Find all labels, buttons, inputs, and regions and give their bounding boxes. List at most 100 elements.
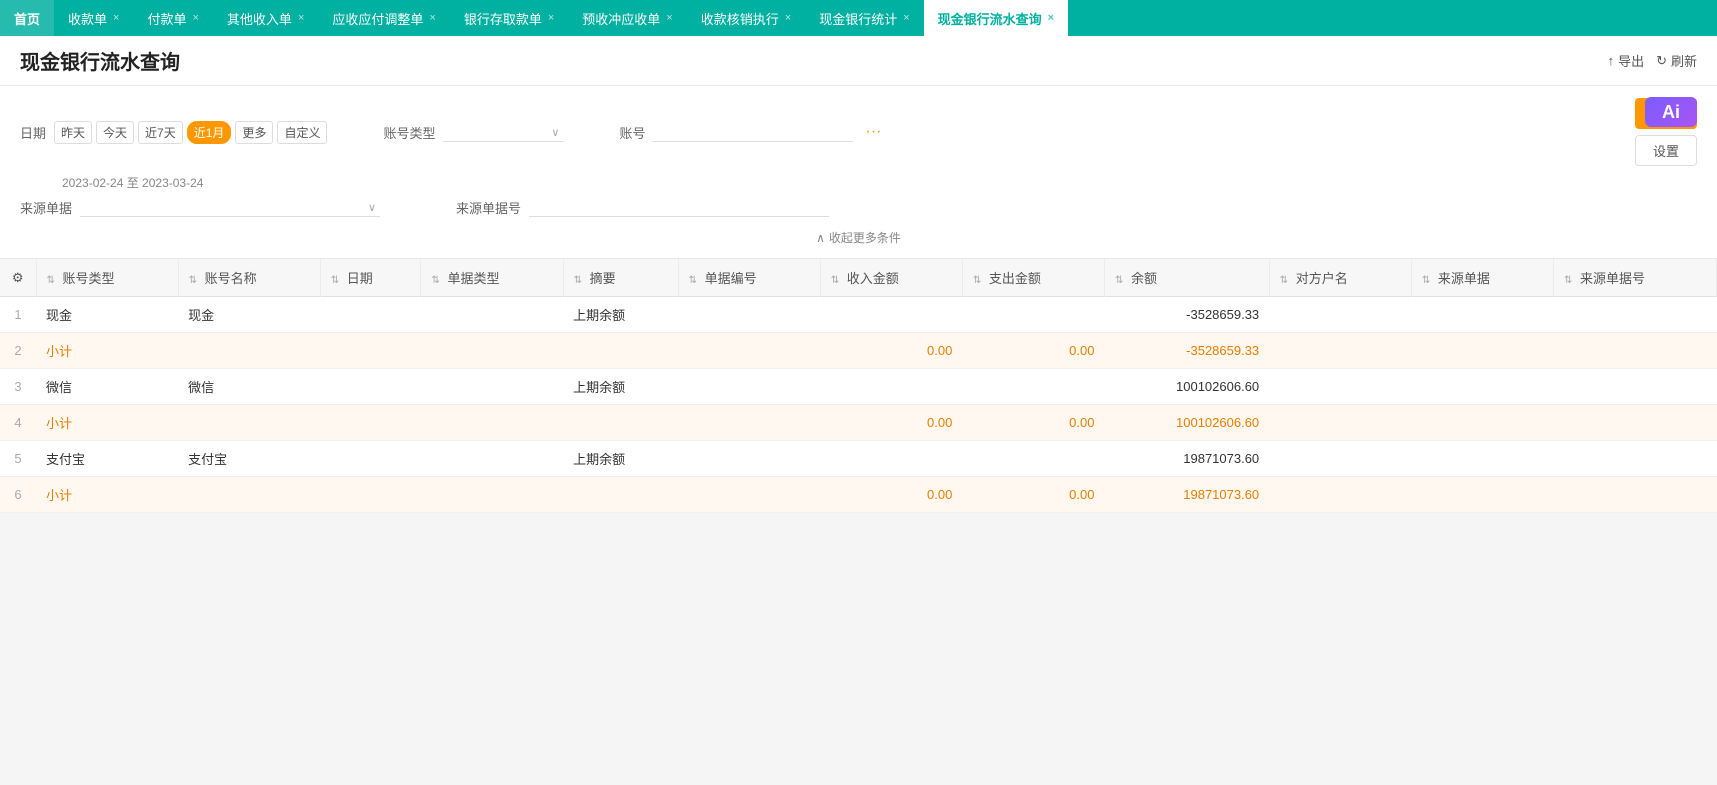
cell-balance: 19871073.60 (1104, 441, 1269, 477)
row-number: 5 (0, 441, 36, 477)
table-col-source-doc: ⇅ 来源单据 (1411, 259, 1553, 297)
main-table: ⚙ ⇅ 账号类型 ⇅ 账号名称 ⇅ 日期 ⇅ 单据类型 (0, 259, 1717, 513)
sort-icon[interactable]: ⇅ (1115, 275, 1123, 286)
table-col-date: ⇅ 日期 (320, 259, 421, 297)
cell-income (820, 441, 962, 477)
cell-doc_no (678, 405, 820, 441)
cell-counterparty (1269, 477, 1411, 513)
account-type-select[interactable] (443, 122, 563, 142)
cell-source_doc (1411, 369, 1553, 405)
cell-account_name: 现金 (178, 297, 320, 333)
nav-tab-liushui[interactable]: 现金银行流水查询 × (924, 0, 1068, 36)
nav-tab-qitashouru[interactable]: 其他收入单 × (213, 0, 318, 36)
collapse-bar[interactable]: ∧ 收起更多条件 (20, 225, 1697, 250)
collapse-label: 收起更多条件 (829, 229, 901, 246)
table-col-income: ⇅ 收入金额 (820, 259, 962, 297)
cell-source_doc (1411, 441, 1553, 477)
cell-expense (962, 441, 1104, 477)
sort-icon[interactable]: ⇅ (1422, 275, 1430, 286)
cell-summary: 上期余额 (563, 369, 678, 405)
sort-icon[interactable]: ⇅ (831, 275, 839, 286)
sort-icon[interactable]: ⇅ (1280, 275, 1288, 286)
cell-account_type: 小计 (36, 477, 178, 513)
sort-icon[interactable]: ⇅ (431, 275, 439, 286)
settings-button[interactable]: 设置 (1635, 135, 1697, 166)
date-btn-custom[interactable]: 自定义 (277, 121, 327, 144)
cell-expense: 0.00 (962, 333, 1104, 369)
nav-tab-xianjinyinhangstats[interactable]: 现金银行统计 × (805, 0, 923, 36)
sort-icon[interactable]: ⇅ (189, 275, 197, 286)
account-input[interactable] (653, 122, 853, 142)
refresh-button[interactable]: ↻ 刷新 (1656, 51, 1697, 70)
cell-balance: 19871073.60 (1104, 477, 1269, 513)
source-doc-select[interactable] (80, 197, 380, 217)
close-icon[interactable]: × (192, 12, 198, 24)
sort-icon[interactable]: ⇅ (331, 275, 339, 286)
table-container: ⚙ ⇅ 账号类型 ⇅ 账号名称 ⇅ 日期 ⇅ 单据类型 (0, 259, 1717, 513)
page-header: 现金银行流水查询 ↑ 导出 ↻ 刷新 (0, 36, 1717, 86)
close-icon[interactable]: × (298, 12, 304, 24)
sort-icon[interactable]: ⇅ (47, 275, 55, 286)
nav-tab-yinhangcunqu[interactable]: 银行存取款单 × (450, 0, 568, 36)
table-row: 3微信微信上期余额100102606.60 (0, 369, 1717, 405)
cell-counterparty (1269, 333, 1411, 369)
cell-source_doc (1411, 297, 1553, 333)
date-btn-7days[interactable]: 近7天 (138, 121, 183, 144)
ai-badge[interactable]: Ai (1645, 97, 1697, 127)
cell-source_doc_no (1553, 297, 1716, 333)
source-doc-filter-group: 来源单据 (20, 197, 380, 217)
cell-source_doc_no (1553, 369, 1716, 405)
table-row: 2小计0.000.00-3528659.33 (0, 333, 1717, 369)
cell-summary (563, 477, 678, 513)
date-btn-1month[interactable]: 近1月 (187, 121, 232, 144)
nav-tab-fukuandan[interactable]: 付款单 × (133, 0, 212, 36)
cell-source_doc (1411, 333, 1553, 369)
cell-expense: 0.00 (962, 477, 1104, 513)
export-button[interactable]: ↑ 导出 (1608, 51, 1645, 70)
close-icon[interactable]: × (548, 12, 554, 24)
date-range-text: 2023-02-24 至 2023-03-24 (62, 176, 203, 190)
date-filter-group: 日期 昨天 今天 近7天 近1月 更多 自定义 (20, 121, 327, 144)
table-col-account-name: ⇅ 账号名称 (178, 259, 320, 297)
cell-account_type: 微信 (36, 369, 178, 405)
cell-counterparty (1269, 405, 1411, 441)
close-icon[interactable]: × (903, 12, 909, 24)
close-icon[interactable]: × (429, 12, 435, 24)
sort-icon[interactable]: ⇅ (973, 275, 981, 286)
filter-row-2: 来源单据 来源单据号 (20, 197, 1697, 217)
nav-tab-yingshouyingfu[interactable]: 应收应付调整单 × (318, 0, 449, 36)
table-row: 4小计0.000.00100102606.60 (0, 405, 1717, 441)
date-btn-yesterday[interactable]: 昨天 (54, 121, 92, 144)
sort-icon[interactable]: ⇅ (574, 275, 582, 286)
table-col-expense: ⇅ 支出金额 (962, 259, 1104, 297)
filter-area: 日期 昨天 今天 近7天 近1月 更多 自定义 账号类型 账号 ··· (0, 86, 1717, 259)
nav-tab-shoukuandan[interactable]: 收款单 × (54, 0, 133, 36)
close-icon[interactable]: × (785, 12, 791, 24)
refresh-icon: ↻ (1656, 53, 1667, 69)
cell-account_type: 支付宝 (36, 441, 178, 477)
cell-doc_type (421, 297, 563, 333)
sort-icon[interactable]: ⇅ (689, 275, 697, 286)
nav-tab-yushouzhong[interactable]: 预收冲应收单 × (568, 0, 686, 36)
close-icon[interactable]: × (113, 12, 119, 24)
table-row: 1现金现金上期余额-3528659.33 (0, 297, 1717, 333)
date-btn-more[interactable]: 更多 (235, 121, 273, 144)
cell-source_doc_no (1553, 441, 1716, 477)
cell-doc_no (678, 369, 820, 405)
close-icon[interactable]: × (1048, 12, 1054, 24)
account-dots-button[interactable]: ··· (865, 123, 881, 141)
nav-home[interactable]: 首页 (0, 0, 54, 36)
cell-income: 0.00 (820, 333, 962, 369)
close-icon[interactable]: × (666, 12, 672, 24)
cell-income (820, 297, 962, 333)
sort-icon[interactable]: ⇅ (1564, 275, 1572, 286)
source-doc-no-input[interactable] (529, 197, 829, 217)
source-doc-no-filter-group: 来源单据号 (456, 197, 829, 217)
source-doc-select-wrapper (80, 197, 380, 217)
cell-date (320, 297, 421, 333)
table-col-doc-type: ⇅ 单据类型 (421, 259, 563, 297)
date-btn-today[interactable]: 今天 (96, 121, 134, 144)
table-col-doc-no: ⇅ 单据编号 (678, 259, 820, 297)
nav-tab-shoukuanhexiao[interactable]: 收款核销执行 × (687, 0, 805, 36)
gear-icon[interactable]: ⚙ (12, 270, 24, 285)
